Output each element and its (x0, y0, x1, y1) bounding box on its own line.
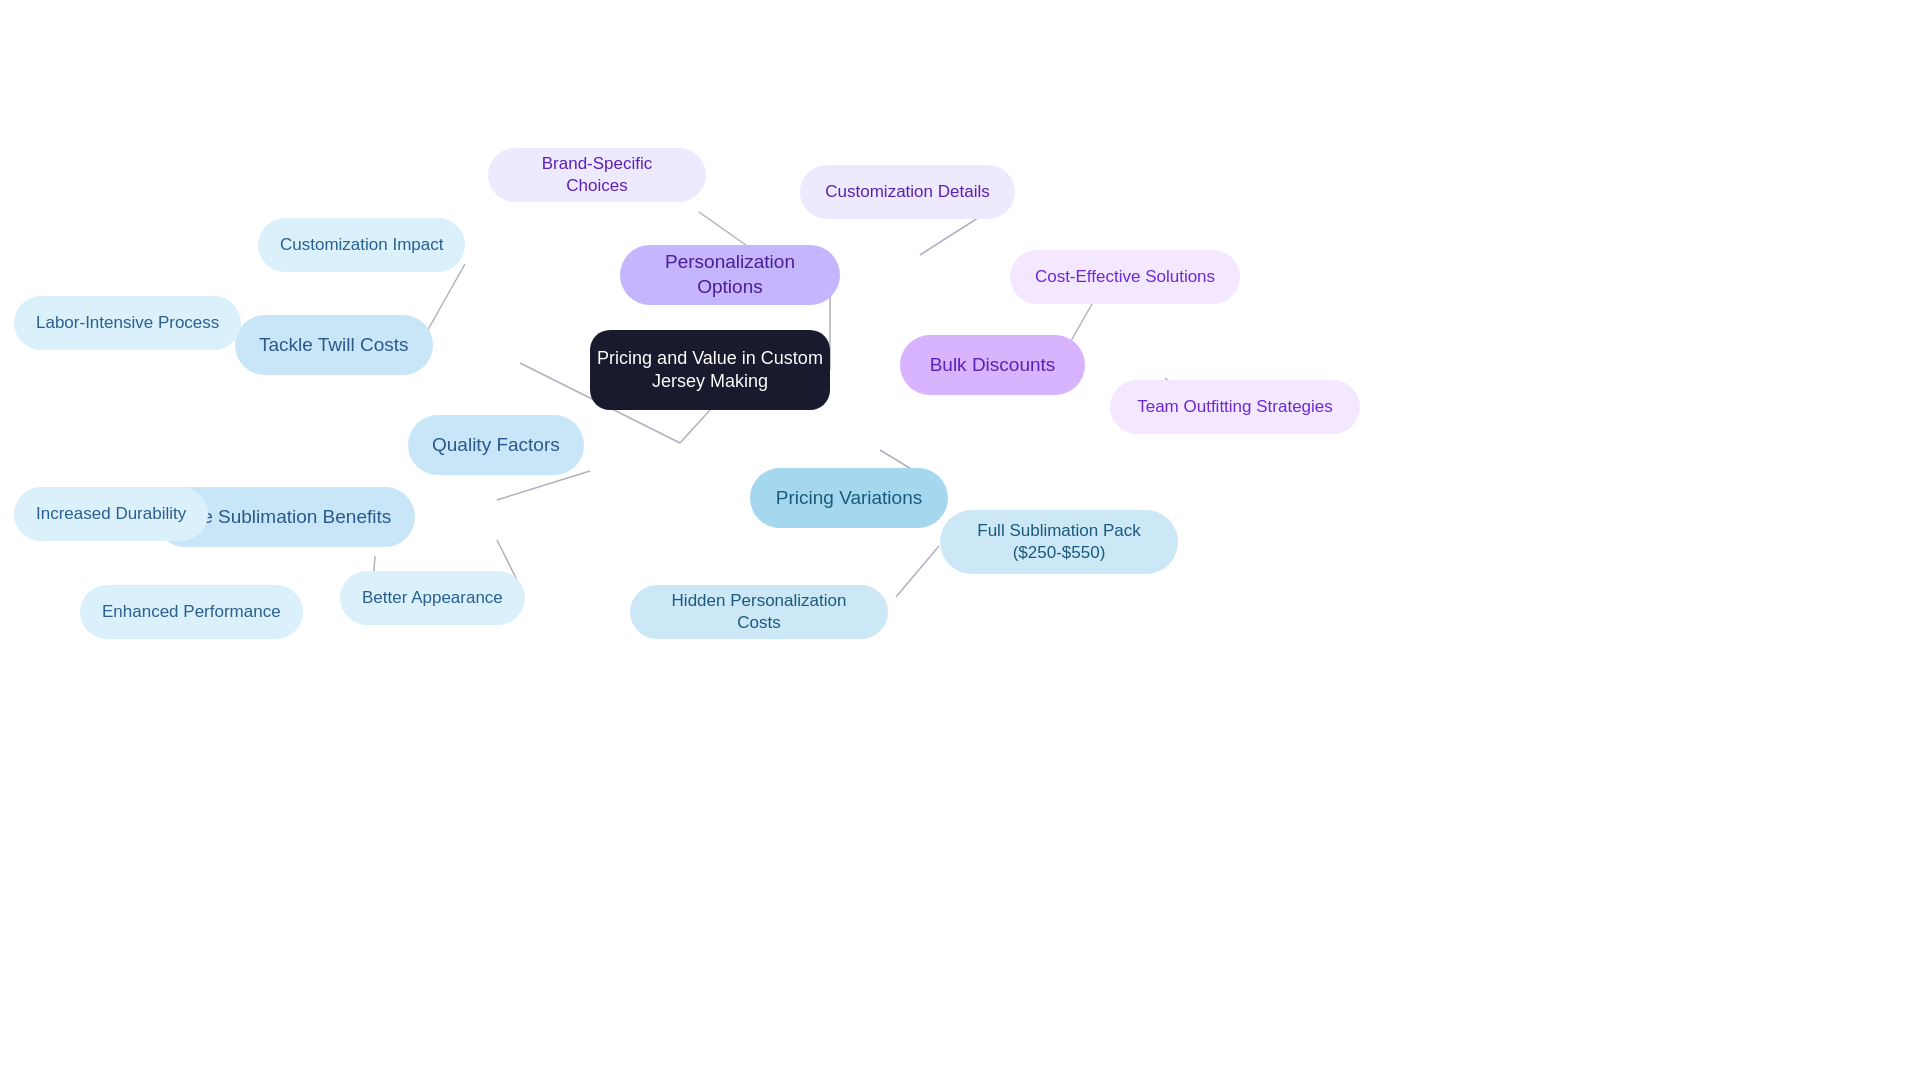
better-appearance-node: Better Appearance (340, 571, 525, 625)
enhanced-performance-node: Enhanced Performance (80, 585, 303, 639)
customization-impact-node: Customization Impact (258, 218, 465, 272)
full-sublimation-pack-node: Full Sublimation Pack ($250-$550) (940, 510, 1178, 574)
svg-line-0 (680, 410, 710, 443)
center-node: Pricing and Value in Custom Jersey Makin… (590, 330, 830, 410)
svg-line-4 (497, 471, 590, 500)
customization-details-node: Customization Details (800, 165, 1015, 219)
svg-line-2 (425, 264, 465, 335)
cost-effective-solutions-node: Cost-Effective Solutions (1010, 250, 1240, 304)
svg-line-16 (896, 546, 939, 597)
tackle-twill-costs-node: Tackle Twill Costs (235, 315, 433, 375)
team-outfitting-strategies-node: Team Outfitting Strategies (1110, 380, 1360, 434)
hidden-personalization-costs-node: Hidden Personalization Costs (630, 585, 888, 639)
bulk-discounts-node: Bulk Discounts (900, 335, 1085, 395)
brand-specific-choices-node: Brand-Specific Choices (488, 148, 706, 202)
personalization-options-node: Personalization Options (620, 245, 840, 305)
pricing-variations-node: Pricing Variations (750, 468, 948, 528)
increased-durability-node: Increased Durability (14, 487, 208, 541)
quality-factors-node: Quality Factors (408, 415, 584, 475)
labor-intensive-process-node: Labor-Intensive Process (14, 296, 241, 350)
